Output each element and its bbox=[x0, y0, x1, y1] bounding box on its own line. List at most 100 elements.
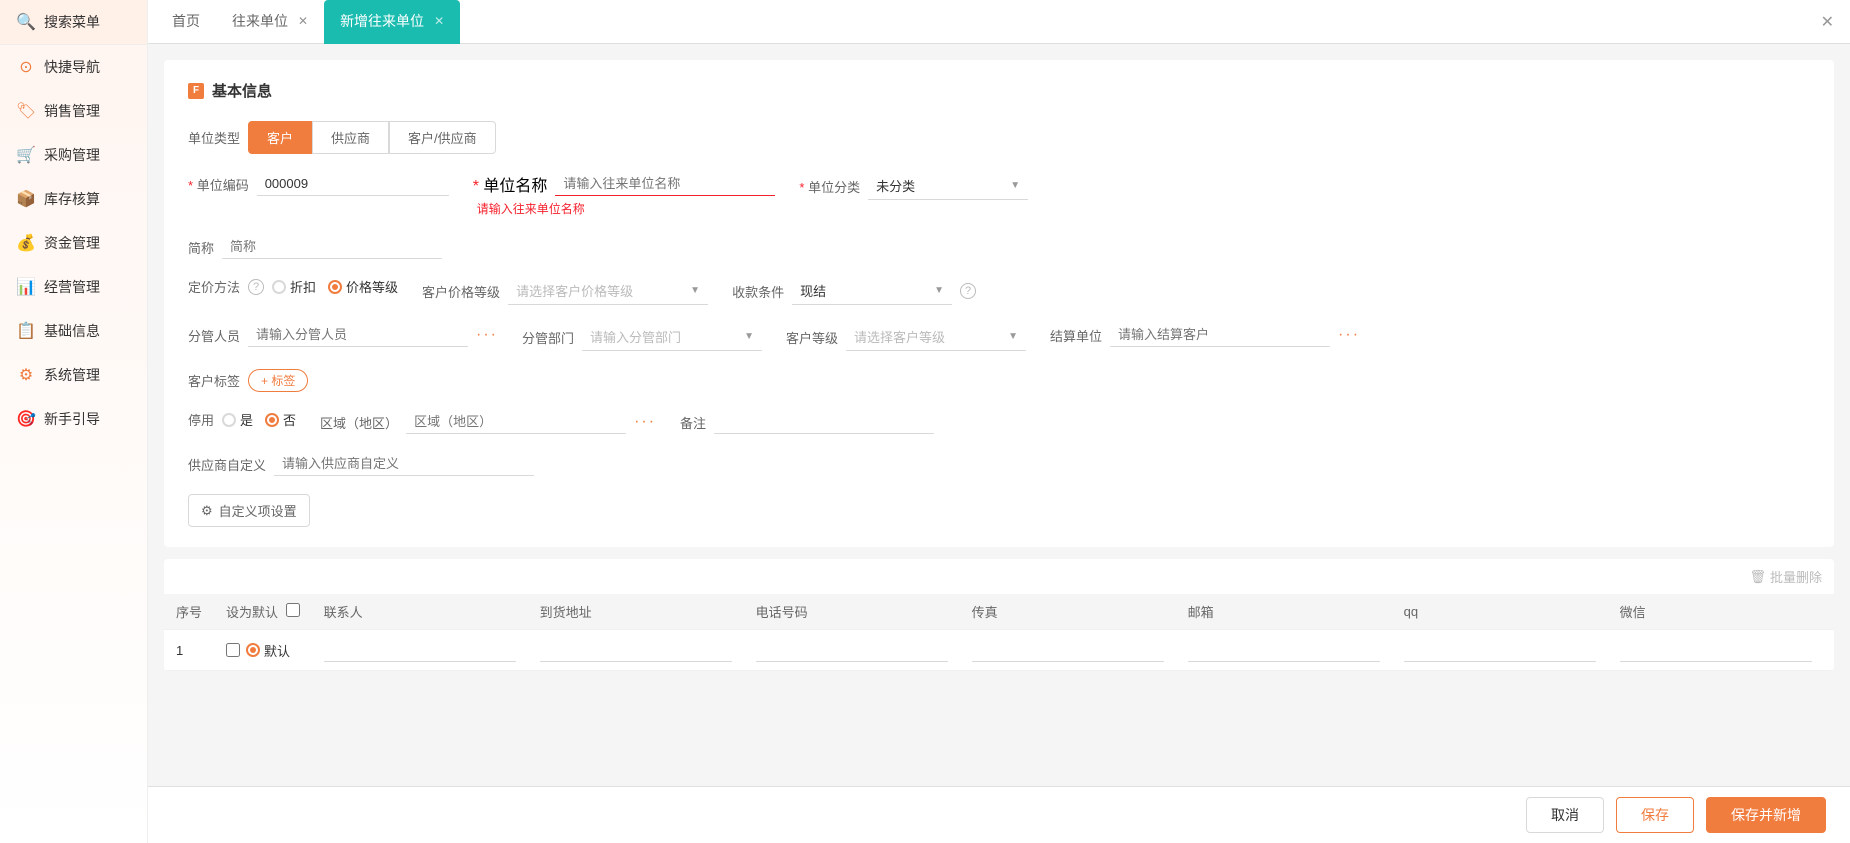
save-button[interactable]: 保存 bbox=[1616, 797, 1694, 833]
tab-home[interactable]: 首页 bbox=[156, 0, 216, 44]
pricing-radio-discount[interactable]: 折扣 bbox=[272, 277, 316, 296]
row-default-radio[interactable]: 默认 bbox=[246, 641, 290, 660]
payment-help-icon[interactable]: ? bbox=[960, 283, 976, 299]
tab-unit-list[interactable]: 往来单位 ✕ bbox=[216, 0, 324, 44]
unit-category-value: 未分类 bbox=[876, 176, 915, 195]
tab-unit-add-label: 新增往来单位 bbox=[340, 11, 424, 31]
row-wechat-input[interactable] bbox=[1620, 638, 1812, 662]
customer-level-select[interactable]: 请选择客户等级 ▼ bbox=[846, 323, 1026, 351]
customer-level-label: 客户等级 bbox=[786, 328, 838, 347]
tab-unit-add[interactable]: 新增往来单位 ✕ bbox=[324, 0, 460, 44]
unit-type-group: 客户 供应商 客户/供应商 bbox=[248, 121, 496, 154]
add-tag-label: + 标签 bbox=[261, 372, 295, 389]
row-address-input[interactable] bbox=[540, 638, 732, 662]
col-address: 到货地址 bbox=[528, 594, 744, 630]
sidebar-item-sales[interactable]: 🏷 销售管理 bbox=[0, 89, 147, 133]
add-tag-btn[interactable]: + 标签 bbox=[248, 369, 308, 392]
row-phone-input[interactable] bbox=[756, 638, 948, 662]
row-address bbox=[528, 630, 744, 671]
unit-name-field-wrapper: * 单位名称 请输入往来单位名称 bbox=[473, 172, 776, 217]
row-contact-input[interactable] bbox=[324, 638, 516, 662]
supervisor-input[interactable] bbox=[248, 323, 468, 347]
unit-category-label: * 单位分类 bbox=[799, 177, 860, 196]
customer-price-level-select[interactable]: 请选择客户价格等级 ▼ bbox=[508, 277, 708, 305]
unit-code-input[interactable] bbox=[257, 172, 449, 196]
unit-name-inner: * 单位名称 bbox=[473, 172, 776, 196]
payment-terms-select[interactable]: 现结 ▼ bbox=[792, 277, 952, 305]
row-checkbox[interactable] bbox=[226, 643, 240, 657]
tab-unit-add-close[interactable]: ✕ bbox=[434, 14, 444, 28]
finance-icon: 💰 bbox=[16, 233, 36, 253]
supplier-custom-input[interactable] bbox=[274, 452, 534, 476]
main-area: 首页 往来单位 ✕ 新增往来单位 ✕ ✕ F 基本信息 单位类型 客户 bbox=[148, 0, 1850, 843]
sidebar-item-label: 基础信息 bbox=[44, 321, 100, 341]
disabled-radio-group: 是 否 bbox=[222, 410, 296, 429]
sidebar-item-label: 库存核算 bbox=[44, 189, 100, 209]
disabled-yes[interactable]: 是 bbox=[222, 410, 253, 429]
tab-bar: 首页 往来单位 ✕ 新增往来单位 ✕ ✕ bbox=[148, 0, 1850, 44]
sidebar-item-label: 系统管理 bbox=[44, 365, 100, 385]
unit-type-customer-btn[interactable]: 客户 bbox=[248, 121, 312, 154]
contact-table-wrapper: 🗑 批量删除 序号 设为默认 联系人 到货地址 电话号码 传真 bbox=[164, 559, 1834, 671]
sidebar-item-guide[interactable]: 🎯 新手引导 bbox=[0, 397, 147, 441]
row-qq-input[interactable] bbox=[1404, 638, 1596, 662]
sidebar-item-system[interactable]: ⚙ 系统管理 bbox=[0, 353, 147, 397]
unit-category-select[interactable]: 未分类 ▼ bbox=[868, 172, 1028, 200]
select-all-checkbox[interactable] bbox=[286, 603, 300, 617]
sidebar-item-quick-nav[interactable]: ⊙ 快捷导航 bbox=[0, 45, 147, 89]
supervisor-dept-label: 分管部门 bbox=[522, 328, 574, 347]
row-email-input[interactable] bbox=[1188, 638, 1380, 662]
disabled-no[interactable]: 否 bbox=[265, 410, 296, 429]
row-wechat bbox=[1608, 630, 1824, 671]
cancel-button[interactable]: 取消 bbox=[1526, 797, 1604, 833]
abbreviation-input[interactable] bbox=[222, 235, 442, 259]
supplier-custom-row: 供应商自定义 bbox=[188, 452, 1810, 476]
unit-type-supplier-btn[interactable]: 供应商 bbox=[312, 121, 389, 154]
sidebar-item-label: 搜索菜单 bbox=[44, 12, 100, 32]
row-default-cell: 默认 bbox=[214, 630, 312, 671]
sidebar-item-finance[interactable]: 💰 资金管理 bbox=[0, 221, 147, 265]
sidebar-item-purchase[interactable]: 🛒 采购管理 bbox=[0, 133, 147, 177]
pricing-radio-level[interactable]: 价格等级 bbox=[328, 277, 398, 296]
gear-icon: ⚙ bbox=[201, 503, 213, 519]
customer-tag-field: 客户标签 + 标签 bbox=[188, 369, 308, 392]
save-add-button[interactable]: 保存并新增 bbox=[1706, 797, 1826, 833]
pricing-row: 定价方法 ? 折扣 价格等级 客户价格等级 bbox=[188, 277, 1810, 305]
window-close-button[interactable]: ✕ bbox=[1813, 8, 1842, 36]
supplier-custom-label: 供应商自定义 bbox=[188, 455, 266, 474]
region-more-btn[interactable]: ··· bbox=[634, 413, 656, 431]
basic-info-card: F 基本信息 单位类型 客户 供应商 客户/供应商 * bbox=[164, 60, 1834, 547]
settlement-more-btn[interactable]: ··· bbox=[1338, 326, 1360, 344]
row-fax-input[interactable] bbox=[972, 638, 1164, 662]
unit-name-input[interactable] bbox=[555, 172, 775, 196]
basic-icon: 📋 bbox=[16, 321, 36, 341]
home-icon: ⊙ bbox=[16, 57, 36, 77]
row-index: 1 bbox=[164, 630, 214, 671]
col-email: 邮箱 bbox=[1176, 594, 1392, 630]
customer-level-chevron: ▼ bbox=[1008, 331, 1018, 342]
batch-delete-icon: 🗑 bbox=[1749, 569, 1766, 585]
batch-delete-btn[interactable]: 🗑 批量删除 bbox=[1749, 567, 1822, 586]
region-label: 区域（地区） bbox=[320, 413, 398, 432]
table-row: 1 默认 bbox=[164, 630, 1834, 671]
sidebar-item-operations[interactable]: 📊 经营管理 bbox=[0, 265, 147, 309]
sidebar-item-inventory[interactable]: 📦 库存核算 bbox=[0, 177, 147, 221]
custom-settings-btn[interactable]: ⚙ 自定义项设置 bbox=[188, 494, 310, 527]
settlement-unit-input[interactable] bbox=[1110, 323, 1330, 347]
sidebar-item-basic[interactable]: 📋 基础信息 bbox=[0, 309, 147, 353]
supervisor-more-btn[interactable]: ··· bbox=[476, 326, 498, 344]
pricing-method-field: 定价方法 ? 折扣 价格等级 bbox=[188, 277, 398, 296]
guide-icon: 🎯 bbox=[16, 409, 36, 429]
supervisor-dept-select[interactable]: 请输入分管部门 ▼ bbox=[582, 323, 762, 351]
pricing-help-icon[interactable]: ? bbox=[248, 279, 264, 295]
tab-unit-list-close[interactable]: ✕ bbox=[298, 14, 308, 28]
sidebar-item-search[interactable]: 🔍 搜索菜单 bbox=[0, 0, 147, 45]
supervisor-dept-field: 分管部门 请输入分管部门 ▼ bbox=[522, 323, 762, 351]
sidebar-item-label: 经营管理 bbox=[44, 277, 100, 297]
region-input[interactable] bbox=[406, 410, 626, 434]
unit-code-field: * 单位编码 bbox=[188, 172, 449, 196]
operations-icon: 📊 bbox=[16, 277, 36, 297]
remark-input[interactable] bbox=[714, 410, 934, 434]
unit-type-both-btn[interactable]: 客户/供应商 bbox=[389, 121, 496, 154]
disabled-row: 停用 是 否 区域（地区） ··· bbox=[188, 410, 1810, 434]
